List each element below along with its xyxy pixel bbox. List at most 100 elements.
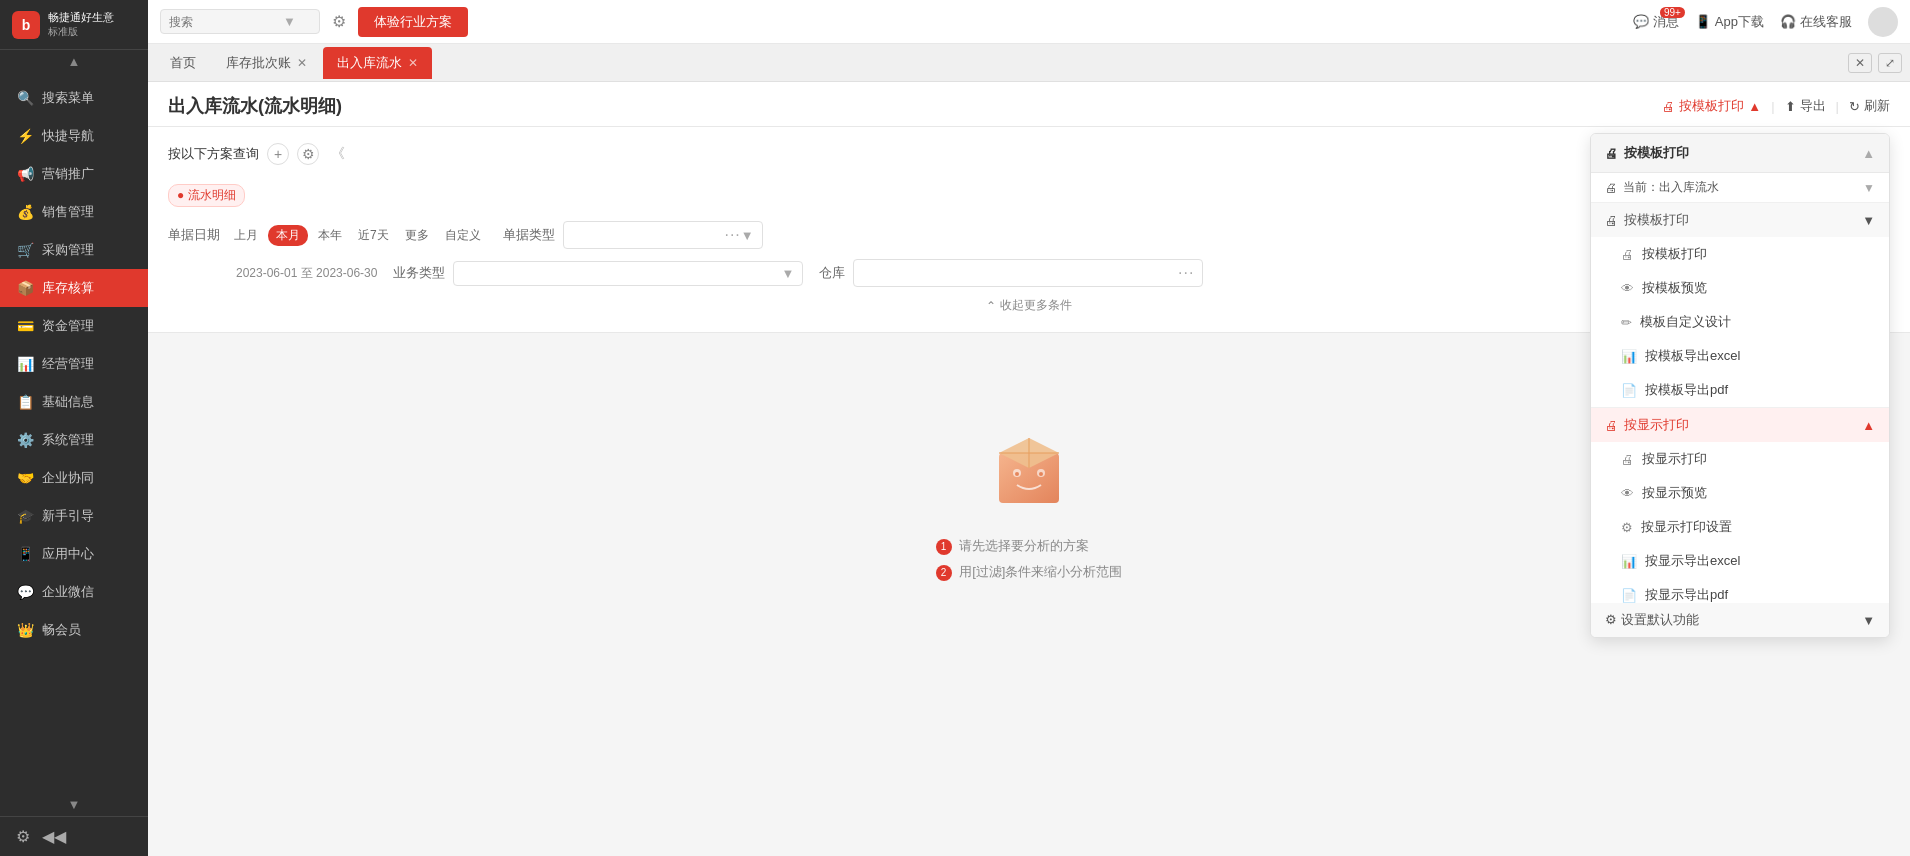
sidebar-item-operations[interactable]: 📊 经营管理 [0, 345, 148, 383]
filter-collapse-icon[interactable]: 《 [331, 145, 345, 163]
sidebar-icon-inventory: 📦 [16, 280, 34, 296]
template-print-label: 按模板打印 [1642, 245, 1707, 263]
dropdown-item-template-pdf[interactable]: 📄 按模板导出pdf [1591, 373, 1889, 407]
tab-batch-close-icon[interactable]: ✕ [297, 57, 307, 69]
sidebar-icon-member: 👑 [16, 622, 34, 638]
dropdown-print-icon: 🖨 [1605, 146, 1618, 161]
dropdown-section-template: 🖨 按模板打印 ▼ 🖨 按模板打印 👁 按模 [1591, 203, 1889, 408]
refresh-button[interactable]: ↻ 刷新 [1849, 97, 1890, 115]
current-text: 当前：出入库流水 [1623, 179, 1719, 196]
dropdown-collapse-icon[interactable]: ▲ [1862, 146, 1875, 161]
sidebar-label-apps: 应用中心 [42, 545, 94, 563]
tab-inout-close-icon[interactable]: ✕ [408, 57, 418, 69]
search-chevron-icon: ▼ [283, 14, 296, 29]
tab-inout[interactable]: 出入库流水 ✕ [323, 47, 432, 79]
sidebar-label-finance: 资金管理 [42, 317, 94, 335]
main-area: ▼ ⚙ 体验行业方案 💬 消息 99+ 📱 App下载 🎧 在线客服 首页 [148, 0, 1910, 856]
user-avatar[interactable] [1868, 7, 1898, 37]
dropdown-header: 🖨 按模板打印 ▲ [1591, 134, 1889, 173]
tab-batch[interactable]: 库存批次账 ✕ [212, 47, 321, 79]
date-option-this-month[interactable]: 本月 [268, 225, 308, 246]
sidebar-item-basic[interactable]: 📋 基础信息 [0, 383, 148, 421]
doc-type-select[interactable]: ··· ▼ [563, 221, 763, 249]
biz-type-select[interactable]: ▼ [453, 261, 803, 286]
sidebar-item-finance[interactable]: 💳 资金管理 [0, 307, 148, 345]
topbar-gear-icon[interactable]: ⚙ [332, 12, 346, 31]
sidebar-icon-guide: 🎓 [16, 508, 34, 524]
date-option-last-month[interactable]: 上月 [228, 225, 264, 246]
doc-type-label: 单据类型 [503, 226, 555, 244]
warehouse-select[interactable]: ··· [853, 259, 1203, 287]
sidebar-icon-cooperation: 🤝 [16, 470, 34, 486]
sidebar: b 畅捷通好生意 标准版 ▲ 🔍 搜索菜单 ⚡ 快捷导航 📢 营销推广 💰 销售… [0, 0, 148, 856]
app-title: 畅捷通好生意 [48, 10, 114, 24]
settings-footer-icon[interactable]: ⚙ [16, 827, 30, 846]
message-button[interactable]: 💬 消息 99+ [1633, 13, 1679, 31]
dropdown-item-display-settings[interactable]: ⚙ 按显示打印设置 [1591, 510, 1889, 544]
topbar-search-box[interactable]: ▼ [160, 9, 320, 34]
dropdown-item-display-print[interactable]: 🖨 按显示打印 [1591, 442, 1889, 476]
sidebar-item-member[interactable]: 👑 畅会员 [0, 611, 148, 649]
print-icon: 🖨 [1662, 99, 1675, 114]
sidebar-item-shortcut[interactable]: ⚡ 快捷导航 [0, 117, 148, 155]
tab-home[interactable]: 首页 [156, 47, 210, 79]
industry-solution-button[interactable]: 体验行业方案 [358, 7, 468, 37]
dropdown-item-display-excel[interactable]: 📊 按显示导出excel [1591, 544, 1889, 578]
dropdown-current-label[interactable]: 🖨 当前：出入库流水 ▼ [1591, 173, 1889, 203]
empty-step-2: 2 用[过滤]条件来缩小分析范围 [936, 559, 1123, 585]
search-input[interactable] [169, 15, 279, 29]
sidebar-item-sales[interactable]: 💰 销售管理 [0, 193, 148, 231]
sidebar-item-cooperation[interactable]: 🤝 企业协同 [0, 459, 148, 497]
app-download-button[interactable]: 📱 App下载 [1695, 13, 1764, 31]
display-excel-label: 按显示导出excel [1645, 552, 1740, 570]
sidebar-item-purchase[interactable]: 🛒 采购管理 [0, 231, 148, 269]
dropdown-scroll: 🖨 按模板打印 ▼ 🖨 按模板打印 👁 按模 [1591, 203, 1889, 603]
export-button[interactable]: ⬆ 导出 [1785, 97, 1826, 115]
template-design-label: 模板自定义设计 [1640, 313, 1731, 331]
dropdown-item-template-design[interactable]: ✏ 模板自定义设计 [1591, 305, 1889, 339]
tab-maximize-button[interactable]: ⤢ [1878, 53, 1902, 73]
dropdown-item-display-preview[interactable]: 👁 按显示预览 [1591, 476, 1889, 510]
sidebar-item-search[interactable]: 🔍 搜索菜单 [0, 79, 148, 117]
sidebar-item-inventory[interactable]: 📦 库存核算 [0, 269, 148, 307]
sidebar-scroll-up[interactable]: ▲ [0, 50, 148, 73]
date-option-7days[interactable]: 近7天 [352, 225, 395, 246]
online-service-button[interactable]: 🎧 在线客服 [1780, 13, 1852, 31]
action-divider-2: | [1836, 99, 1839, 114]
sidebar-item-apps[interactable]: 📱 应用中心 [0, 535, 148, 573]
sidebar-item-marketing[interactable]: 📢 营销推广 [0, 155, 148, 193]
sidebar-scroll-down[interactable]: ▼ [0, 793, 148, 816]
page-actions: 🖨 按模板打印 ▲ | ⬆ 导出 | ↻ 刷新 [1662, 97, 1890, 115]
sidebar-item-wechat[interactable]: 💬 企业微信 [0, 573, 148, 611]
template-pdf-icon: 📄 [1621, 383, 1637, 398]
collapse-sidebar-icon[interactable]: ◀◀ [42, 827, 66, 846]
date-option-custom[interactable]: 自定义 [439, 225, 487, 246]
dropdown-item-template-print[interactable]: 🖨 按模板打印 [1591, 237, 1889, 271]
filter-tag-item[interactable]: ● 流水明细 [168, 184, 245, 207]
dropdown-item-template-excel[interactable]: 📊 按模板导出excel [1591, 339, 1889, 373]
sidebar-icon-system: ⚙️ [16, 432, 34, 448]
dropdown-item-display-pdf[interactable]: 📄 按显示导出pdf [1591, 578, 1889, 603]
sidebar-item-guide[interactable]: 🎓 新手引导 [0, 497, 148, 535]
tabbar: 首页 库存批次账 ✕ 出入库流水 ✕ ✕ ⤢ [148, 44, 1910, 82]
biz-type-filter-field: 业务类型 ▼ [393, 261, 803, 286]
logo-text-block: 畅捷通好生意 标准版 [48, 10, 114, 38]
sidebar-icon-finance: 💳 [16, 318, 34, 334]
dropdown-footer-left: ⚙ 设置默认功能 [1605, 611, 1699, 629]
footer-arrow-icon: ▼ [1862, 613, 1875, 628]
filter-add-button[interactable]: + [267, 143, 289, 165]
date-option-more[interactable]: 更多 [399, 225, 435, 246]
dropdown-footer[interactable]: ⚙ 设置默认功能 ▼ [1591, 603, 1889, 637]
dropdown-item-template-preview[interactable]: 👁 按模板预览 [1591, 271, 1889, 305]
dropdown-section-template-header[interactable]: 🖨 按模板打印 ▼ [1591, 203, 1889, 237]
display-section-label: 按显示打印 [1624, 416, 1689, 434]
sidebar-item-system[interactable]: ⚙️ 系统管理 [0, 421, 148, 459]
app-download-icon: 📱 [1695, 14, 1711, 29]
filter-tag-icon: ● [177, 188, 184, 202]
filter-settings-button[interactable]: ⚙ [297, 143, 319, 165]
tab-close-all-button[interactable]: ✕ [1848, 53, 1872, 73]
print-template-button[interactable]: 🖨 按模板打印 ▲ [1662, 97, 1761, 115]
tab-inout-label: 出入库流水 [337, 54, 402, 72]
date-option-this-year[interactable]: 本年 [312, 225, 348, 246]
dropdown-section-display-header[interactable]: 🖨 按显示打印 ▲ [1591, 408, 1889, 442]
